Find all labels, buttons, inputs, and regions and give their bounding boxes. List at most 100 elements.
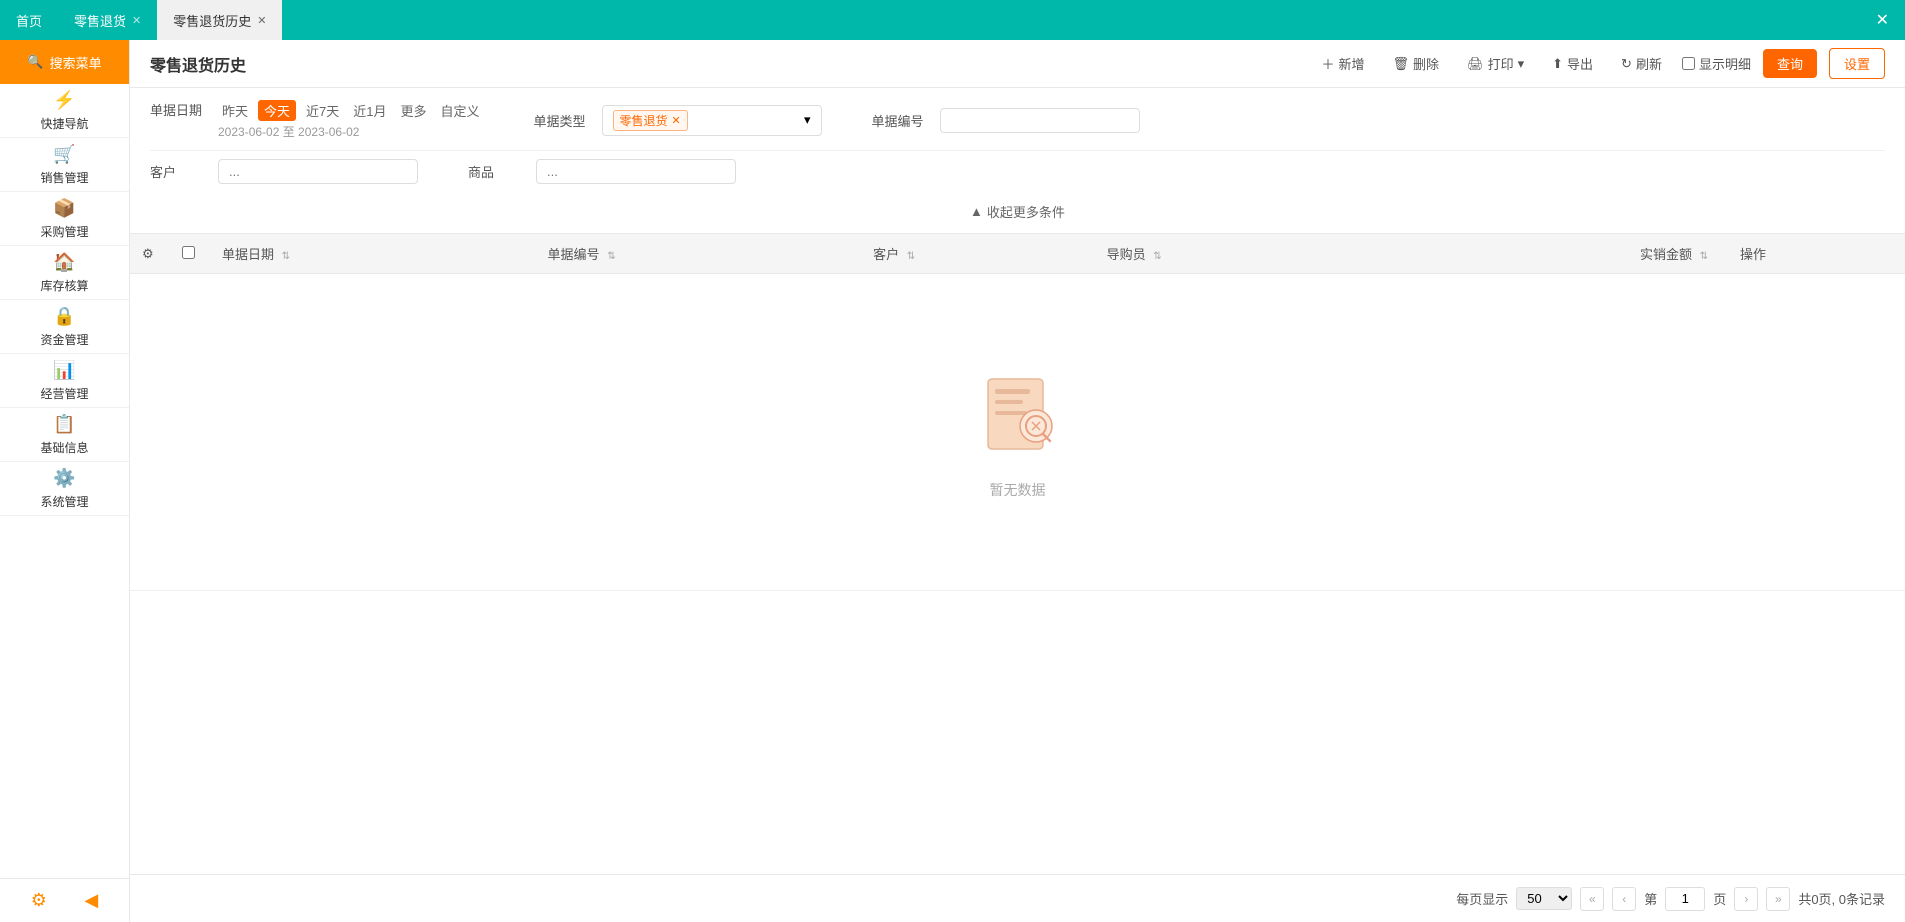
sidebar-item-quick-nav[interactable]: ⚡ 快捷导航 — [0, 84, 129, 138]
type-select[interactable]: 零售退货 ✕ ▾ — [602, 105, 822, 136]
sidebar-search[interactable]: 🔍 搜索菜单 — [0, 40, 129, 84]
sidebar-item-finance[interactable]: 🔒 资金管理 — [0, 300, 129, 354]
date-range-display: 2023-06-02 至 2023-06-02 — [218, 123, 484, 140]
display-checkbox[interactable] — [1682, 57, 1695, 70]
empty-state: 暂无数据 — [142, 284, 1893, 580]
customer-label: 客户 — [150, 162, 210, 181]
goods-input[interactable] — [536, 159, 736, 184]
prev-page-button[interactable]: ‹ — [1612, 887, 1636, 911]
page-input[interactable] — [1665, 887, 1705, 911]
data-table: ⚙ 单据日期 ⇅ 单据编号 ⇅ 客户 — [130, 234, 1905, 591]
col-amount-label: 实销金额 — [1640, 247, 1692, 262]
next-page-icon: › — [1744, 892, 1748, 906]
date-label: 单据日期 — [150, 100, 210, 119]
settings-button[interactable]: 设置 — [1829, 48, 1885, 79]
top-nav: 首页 零售退货 ✕ 零售退货历史 ✕ ✕ — [0, 0, 1905, 40]
page-size-label: 每页显示 — [1456, 889, 1508, 908]
collapse-button[interactable]: ▲ 收起更多条件 — [970, 202, 1065, 221]
date-filter-group: 单据日期 昨天 今天 近7天 近1月 更多 自定义 2023-06-02 至 2… — [150, 100, 484, 140]
col-checkbox[interactable] — [170, 234, 210, 274]
refresh-icon: ↻ — [1621, 56, 1632, 72]
delete-button[interactable]: 🗑 删除 — [1385, 50, 1448, 77]
sidebar-item-operations[interactable]: 📊 经营管理 — [0, 354, 129, 408]
col-customer[interactable]: 客户 ⇅ — [861, 234, 1095, 274]
query-button[interactable]: 查询 — [1763, 49, 1817, 78]
operations-icon: 📊 — [53, 360, 75, 381]
col-date-sort: ⇅ — [282, 251, 290, 262]
number-filter-group: 单据编号 — [872, 108, 1140, 133]
col-guide-sort: ⇅ — [1153, 251, 1161, 262]
empty-state-row: 暂无数据 — [130, 274, 1905, 591]
prev-page-icon: ‹ — [1622, 892, 1626, 906]
purchase-icon: 📦 — [53, 198, 75, 219]
type-tag-close[interactable]: ✕ — [672, 114, 681, 127]
next-page-button[interactable]: › — [1734, 887, 1758, 911]
col-action-label: 操作 — [1740, 247, 1766, 262]
col-number[interactable]: 单据编号 ⇅ — [536, 234, 862, 274]
col-settings[interactable]: ⚙ — [130, 234, 170, 274]
export-button[interactable]: ⬆ 导出 — [1544, 50, 1601, 77]
date-7days[interactable]: 近7天 — [302, 100, 343, 121]
last-page-button[interactable]: » — [1766, 887, 1790, 911]
col-date[interactable]: 单据日期 ⇅ — [210, 234, 536, 274]
col-number-label: 单据编号 — [548, 247, 600, 262]
page-size-select[interactable]: 50 10 20 100 — [1516, 887, 1572, 910]
col-date-label: 单据日期 — [222, 247, 274, 262]
table-area: ⚙ 单据日期 ⇅ 单据编号 ⇅ 客户 — [130, 234, 1905, 874]
tab-retail-return-history[interactable]: 零售退货历史 ✕ — [157, 0, 282, 40]
col-customer-label: 客户 — [873, 247, 899, 262]
sidebar-item-inventory[interactable]: 🏠 库存核算 — [0, 246, 129, 300]
type-filter-group: 单据类型 零售退货 ✕ ▾ — [534, 105, 822, 136]
customer-input[interactable] — [218, 159, 418, 184]
sales-icon: 🛒 — [53, 144, 75, 165]
table-body: 暂无数据 — [130, 274, 1905, 591]
sidebar-item-purchase[interactable]: 📦 采购管理 — [0, 192, 129, 246]
empty-icon — [968, 364, 1068, 464]
type-dropdown-icon: ▾ — [804, 112, 811, 128]
date-today[interactable]: 今天 — [258, 100, 296, 121]
print-icon: 🖨 — [1467, 56, 1484, 72]
col-amount[interactable]: 实销金额 ⇅ — [1374, 234, 1728, 274]
select-all-checkbox[interactable] — [182, 246, 195, 259]
col-guide[interactable]: 导购员 ⇅ — [1095, 234, 1375, 274]
close-tab-retail-return-history[interactable]: ✕ — [257, 14, 266, 27]
number-label: 单据编号 — [872, 111, 932, 130]
page-header: 零售退货历史 ＋ 新增 🗑 删除 🖨 打印 ▾ ⬆ 导出 — [130, 40, 1905, 88]
sidebar-bottom: ⚙ ◀ — [0, 878, 129, 922]
sidebar-item-basic-info[interactable]: 📋 基础信息 — [0, 408, 129, 462]
type-tag: 零售退货 ✕ — [613, 110, 688, 131]
add-button[interactable]: ＋ 新增 — [1313, 50, 1372, 77]
close-window-button[interactable]: ✕ — [1876, 10, 1889, 30]
empty-text: 暂无数据 — [990, 480, 1046, 500]
tab-retail-return[interactable]: 零售退货 ✕ — [58, 0, 157, 40]
filter-divider — [150, 150, 1885, 151]
inventory-icon: 🏠 — [53, 252, 75, 273]
first-page-button[interactable]: « — [1580, 887, 1604, 911]
page-title: 零售退货历史 — [150, 52, 1313, 76]
filter-collapse-wrapper: ▲ 收起更多条件 — [150, 194, 1885, 221]
tab-home[interactable]: 首页 — [0, 0, 58, 40]
refresh-button[interactable]: ↻ 刷新 — [1613, 50, 1670, 77]
display-toggle[interactable]: 显示明细 — [1682, 54, 1751, 73]
date-custom[interactable]: 自定义 — [437, 100, 484, 121]
close-tab-retail-return[interactable]: ✕ — [132, 14, 141, 27]
sidebar-collapse-button[interactable]: ◀ — [84, 890, 98, 911]
empty-state-cell: 暂无数据 — [130, 274, 1905, 591]
pagination-bar: 每页显示 50 10 20 100 « ‹ 第 页 › » 共0页, 0条记录 — [130, 874, 1905, 922]
sidebar-settings-button[interactable]: ⚙ — [31, 890, 47, 911]
date-yesterday[interactable]: 昨天 — [218, 100, 252, 121]
sidebar: 🔍 搜索菜单 ⚡ 快捷导航 🛒 销售管理 📦 采购管理 🏠 库存核算 🔒 资金管… — [0, 40, 130, 922]
goods-filter-group: 商品 — [468, 159, 736, 184]
search-icon: 🔍 — [27, 54, 43, 70]
collapse-icon: ▲ — [970, 204, 983, 219]
print-button[interactable]: 🖨 打印 ▾ — [1459, 50, 1532, 77]
page-unit-label: 页 — [1713, 889, 1726, 908]
sidebar-item-sales[interactable]: 🛒 销售管理 — [0, 138, 129, 192]
number-input[interactable] — [940, 108, 1140, 133]
print-dropdown-icon: ▾ — [1518, 56, 1525, 72]
goods-label: 商品 — [468, 162, 528, 181]
content-area: 零售退货历史 ＋ 新增 🗑 删除 🖨 打印 ▾ ⬆ 导出 — [130, 40, 1905, 922]
date-1month[interactable]: 近1月 — [349, 100, 390, 121]
sidebar-item-system[interactable]: ⚙️ 系统管理 — [0, 462, 129, 516]
date-more[interactable]: 更多 — [397, 100, 431, 121]
